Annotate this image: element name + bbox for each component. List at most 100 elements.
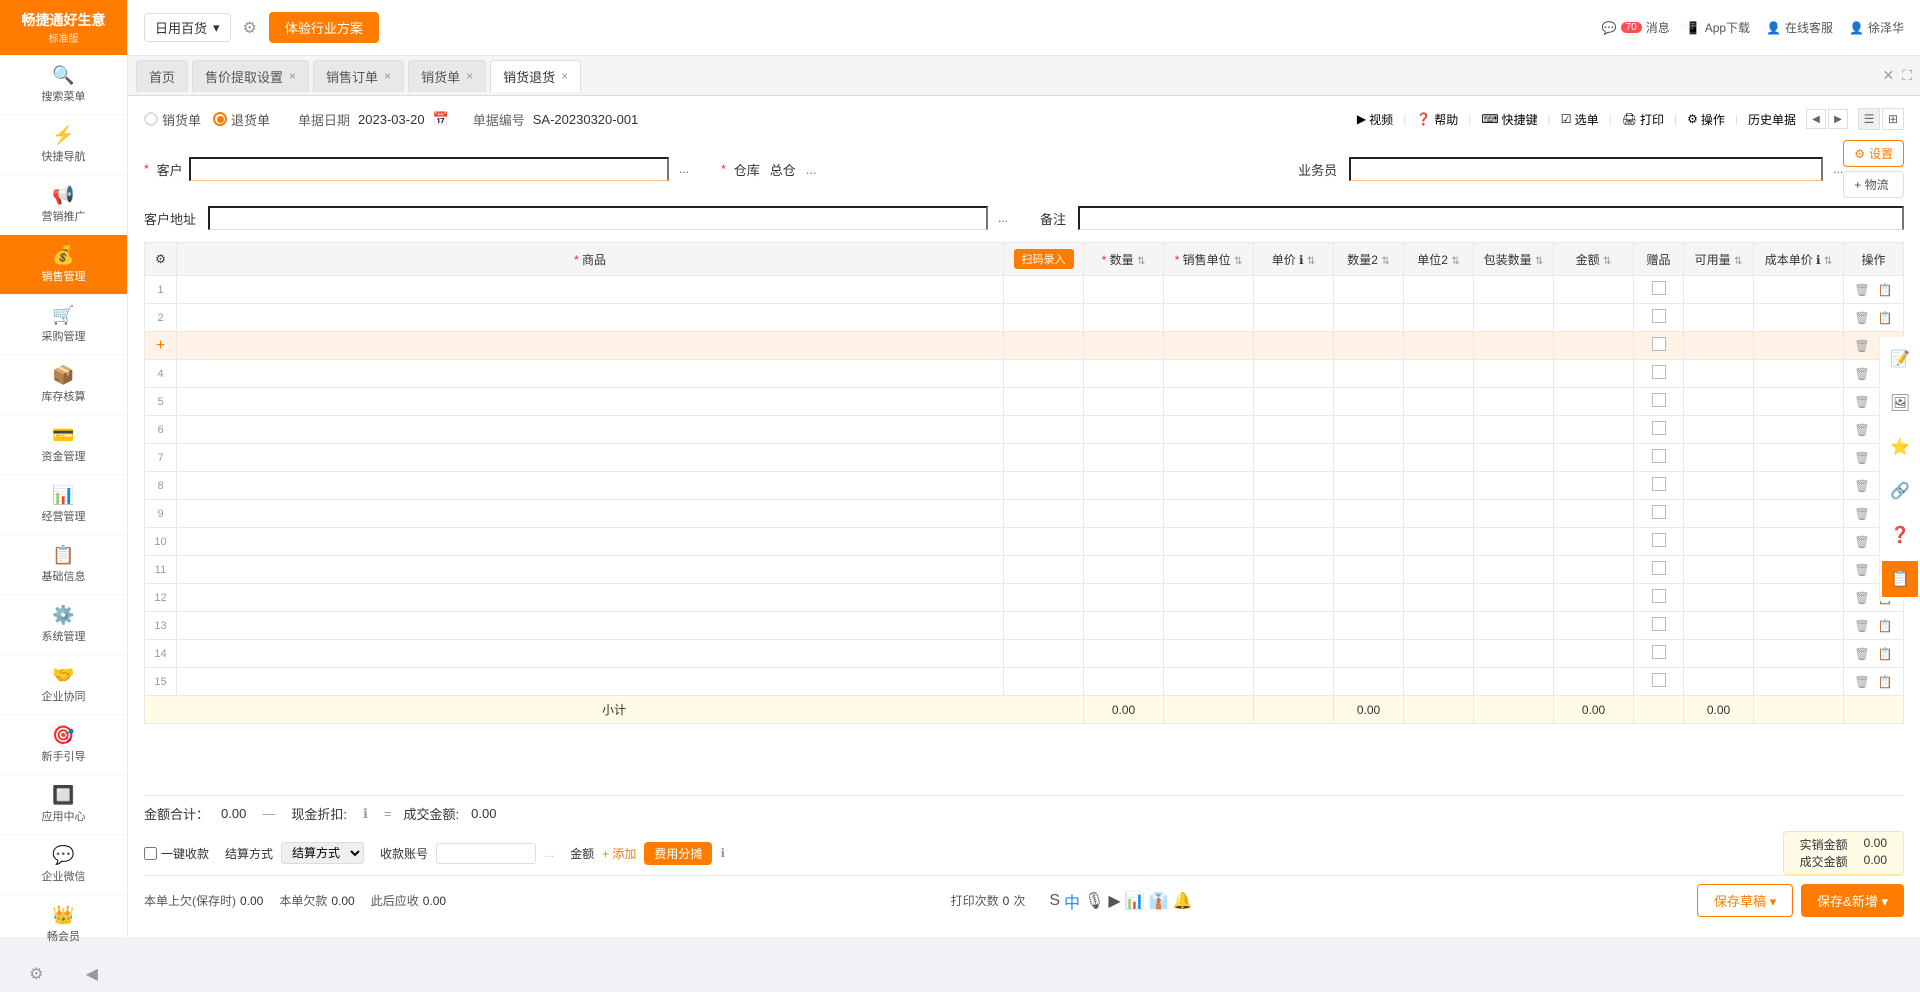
warehouse-dots[interactable]: ... — [806, 162, 817, 177]
cell-qty2-15[interactable] — [1334, 668, 1404, 696]
gift-checkbox-1[interactable] — [1652, 281, 1666, 295]
tab-sales-return[interactable]: 销货退货 × — [490, 60, 581, 92]
delete-icon-10[interactable]: 🗑 — [1854, 535, 1869, 549]
cell-qty2-13[interactable] — [1334, 612, 1404, 640]
cell-amount-5[interactable] — [1554, 388, 1634, 416]
cell-gift-11[interactable] — [1634, 556, 1684, 584]
sidebar-item-marketing[interactable]: 📢 营销推广 — [0, 175, 127, 235]
delete-icon-15[interactable]: 🗑 — [1854, 675, 1869, 689]
cell-pkgqty-8[interactable] — [1474, 472, 1554, 500]
gift-checkbox-11[interactable] — [1652, 561, 1666, 575]
calc-method-select[interactable]: 结算方式 — [281, 842, 364, 864]
user-profile[interactable]: 👤 徐泽华 — [1849, 19, 1904, 36]
cell-qty-2[interactable] — [1084, 304, 1164, 332]
cell-qty-8[interactable] — [1084, 472, 1164, 500]
cell-gift-6[interactable] — [1634, 416, 1684, 444]
cell-unit-15[interactable] — [1164, 668, 1254, 696]
account-input[interactable] — [436, 843, 536, 864]
cell-pkgqty-14[interactable] — [1474, 640, 1554, 668]
right-star-icon[interactable]: ⭐ — [1882, 429, 1918, 465]
fee-split-btn[interactable]: 费用分摊 — [644, 842, 712, 865]
cell-amount-10[interactable] — [1554, 528, 1634, 556]
cell-unit-2[interactable] — [1164, 304, 1254, 332]
delete-icon-1[interactable]: 🗑 — [1854, 283, 1869, 297]
cell-price-7[interactable] — [1254, 444, 1334, 472]
cell-qty-5[interactable] — [1084, 388, 1164, 416]
close-tab-icon[interactable]: ✕ — [1882, 67, 1894, 84]
qty-sort-icon[interactable]: ⇅ — [1137, 256, 1145, 267]
tab-sales-order[interactable]: 销售订单 × — [313, 60, 404, 92]
cell-amount-12[interactable] — [1554, 584, 1634, 612]
cell-product-3[interactable] — [177, 332, 1004, 360]
delete-icon-5[interactable]: 🗑 — [1854, 395, 1869, 409]
sidebar-item-search[interactable]: 🔍 搜索菜单 — [0, 55, 127, 115]
help-action[interactable]: ❓ 帮助 — [1416, 111, 1458, 128]
cell-qty2-6[interactable] — [1334, 416, 1404, 444]
bottom-tool-2[interactable]: 中 — [1064, 889, 1080, 913]
cell-qty-1[interactable] — [1084, 276, 1164, 304]
bottom-tool-3[interactable]: 🎙 — [1084, 891, 1104, 911]
unit2-sort-icon[interactable]: ⇅ — [1451, 256, 1459, 267]
cell-gift-4[interactable] — [1634, 360, 1684, 388]
cell-qty2-11[interactable] — [1334, 556, 1404, 584]
cell-price-8[interactable] — [1254, 472, 1334, 500]
cell-gift-15[interactable] — [1634, 668, 1684, 696]
right-question-icon[interactable]: ❓ — [1882, 517, 1918, 553]
view-grid-btn[interactable]: ⊞ — [1882, 108, 1904, 130]
cell-qty2-4[interactable] — [1334, 360, 1404, 388]
tab-price-set[interactable]: 售价提取设置 × — [192, 60, 309, 92]
cell-unit-1[interactable] — [1164, 276, 1254, 304]
experience-btn[interactable]: 体验行业方案 — [269, 12, 379, 43]
gift-checkbox-5[interactable] — [1652, 393, 1666, 407]
cell-unit-7[interactable] — [1164, 444, 1254, 472]
gift-checkbox-12[interactable] — [1652, 589, 1666, 603]
cell-price-1[interactable] — [1254, 276, 1334, 304]
delete-icon-4[interactable]: 🗑 — [1854, 367, 1869, 381]
bottom-tool-5[interactable]: 📊 — [1125, 891, 1145, 911]
price-sort-icon[interactable]: ⇅ — [1307, 256, 1315, 267]
calendar-icon[interactable]: 📅 — [433, 111, 449, 127]
cell-amount-13[interactable] — [1554, 612, 1634, 640]
cell-qty-7[interactable] — [1084, 444, 1164, 472]
cell-amount-4[interactable] — [1554, 360, 1634, 388]
delete-icon-6[interactable]: 🗑 — [1854, 423, 1869, 437]
customer-input[interactable] — [189, 157, 669, 181]
gift-checkbox-9[interactable] — [1652, 505, 1666, 519]
radio-return[interactable]: 退货单 — [213, 110, 270, 129]
cell-pkgqty-1[interactable] — [1474, 276, 1554, 304]
sidebar-item-basic[interactable]: 📋 基础信息 — [0, 535, 127, 595]
cell-qty2-7[interactable] — [1334, 444, 1404, 472]
sidebar-item-wechat[interactable]: 💬 企业微信 — [0, 835, 127, 895]
cell-qty2-3[interactable] — [1334, 332, 1404, 360]
cell-product-7[interactable] — [177, 444, 1004, 472]
sidebar-item-system[interactable]: ⚙️ 系统管理 — [0, 595, 127, 655]
tab-price-set-close[interactable]: × — [289, 69, 296, 83]
cell-qty2-1[interactable] — [1334, 276, 1404, 304]
cell-price-6[interactable] — [1254, 416, 1334, 444]
copy-icon-1[interactable]: 📋 — [1878, 283, 1893, 297]
right-image-icon[interactable]: 🖼 — [1882, 385, 1918, 421]
cell-product-14[interactable] — [177, 640, 1004, 668]
copy-icon-2[interactable]: 📋 — [1878, 311, 1893, 325]
industry-select[interactable]: 日用百货 ▾ — [144, 13, 231, 42]
cell-qty-11[interactable] — [1084, 556, 1164, 584]
scan-btn[interactable]: 扫码录入 — [1014, 249, 1074, 269]
operate-action[interactable]: ⚙ 操作 — [1687, 111, 1725, 128]
cell-amount-3[interactable] — [1554, 332, 1634, 360]
cell-pkgqty-7[interactable] — [1474, 444, 1554, 472]
cell-qty2-14[interactable] — [1334, 640, 1404, 668]
sidebar-item-finance[interactable]: 💳 资金管理 — [0, 415, 127, 475]
bottom-tool-1[interactable]: S — [1049, 892, 1060, 910]
cell-price-3[interactable] — [1254, 332, 1334, 360]
logistics-btn[interactable]: + 物流 — [1843, 171, 1904, 198]
cell-price-11[interactable] — [1254, 556, 1334, 584]
cell-product-13[interactable] — [177, 612, 1004, 640]
save-new-btn[interactable]: 保存&新增 ▾ — [1801, 884, 1904, 917]
gift-checkbox-2[interactable] — [1652, 309, 1666, 323]
cell-unit-5[interactable] — [1164, 388, 1254, 416]
bottom-tool-7[interactable]: 🔔 — [1173, 891, 1193, 911]
notification-item[interactable]: 💬 70 消息 — [1602, 19, 1670, 36]
cell-qty2-10[interactable] — [1334, 528, 1404, 556]
cell-qty-9[interactable] — [1084, 500, 1164, 528]
collapse-icon[interactable]: ◀ — [86, 964, 98, 984]
